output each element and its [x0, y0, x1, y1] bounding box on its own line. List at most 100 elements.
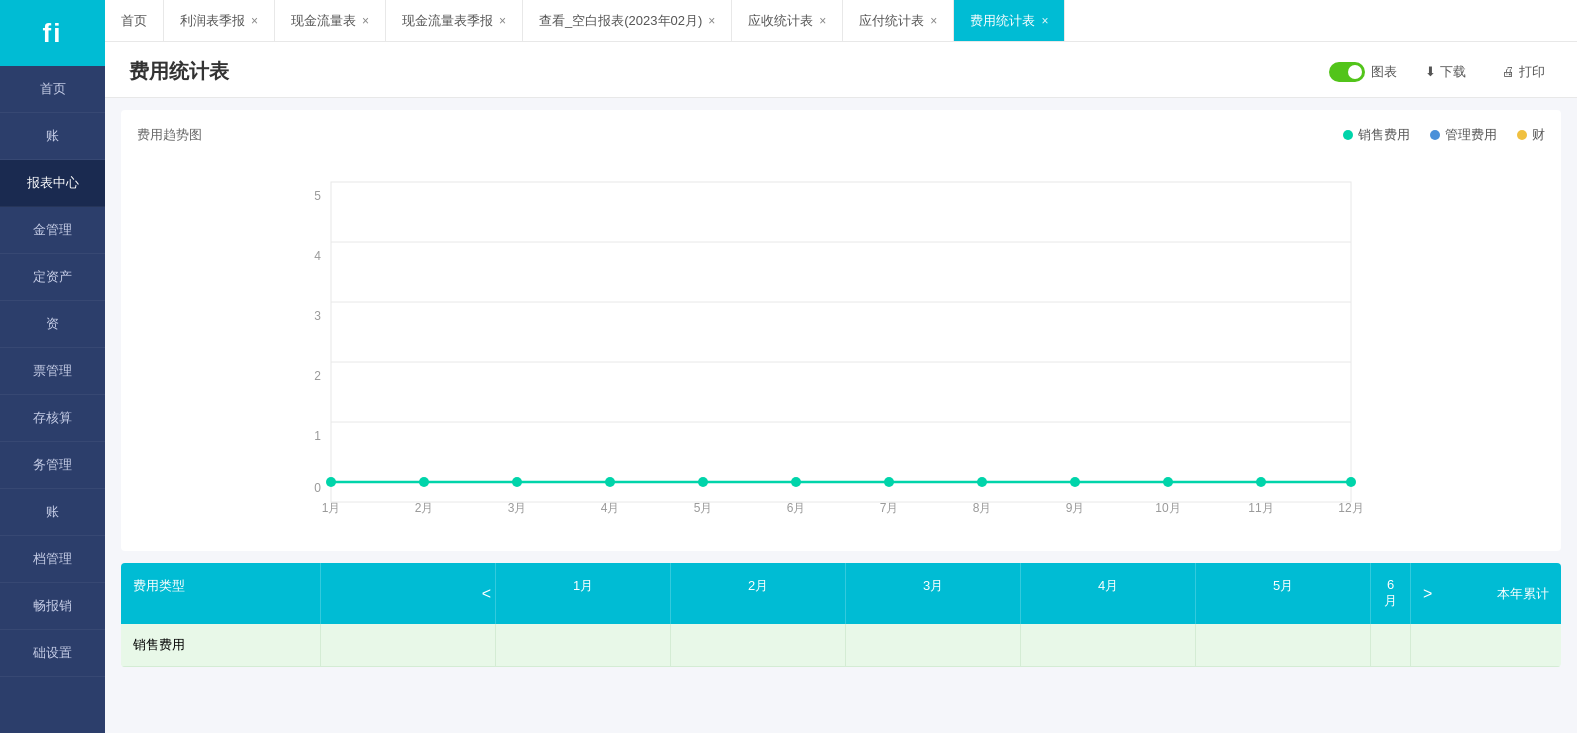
tab-cash-flow[interactable]: 现金流量表 ×: [275, 0, 386, 42]
sidebar-item-ledger[interactable]: 账: [0, 489, 105, 536]
svg-text:7月: 7月: [880, 501, 899, 515]
th-month-4: 4月: [1021, 563, 1196, 624]
chart-svg: 5 4 3 2 1 0: [137, 152, 1545, 532]
legend-dot-admin: [1430, 130, 1440, 140]
th-nav-prev[interactable]: <: [321, 563, 496, 624]
chart-toggle[interactable]: [1329, 62, 1365, 82]
chart-point-10: [1163, 477, 1173, 487]
td-m3: [846, 624, 1021, 666]
th-type: 费用类型: [121, 563, 321, 624]
sidebar: fi 首页 账 报表中心 金管理 定资产 资 票管理 存核算 务管理 账 档管理…: [0, 0, 105, 733]
page-title: 费用统计表: [129, 58, 229, 85]
chart-point-11: [1256, 477, 1266, 487]
legend-label-finance: 财: [1532, 126, 1545, 144]
main-content: 首页 利润表季报 × 现金流量表 × 现金流量表季报 × 查看_空白报表(202…: [105, 0, 1577, 733]
tab-payable[interactable]: 应付统计表 ×: [843, 0, 954, 42]
legend-label-admin: 管理费用: [1445, 126, 1497, 144]
print-icon: 🖨: [1502, 64, 1515, 79]
sidebar-item-ticket-management[interactable]: 票管理: [0, 348, 105, 395]
prev-icon[interactable]: <: [482, 585, 491, 603]
chart-point-1: [326, 477, 336, 487]
svg-rect-6: [331, 182, 1351, 502]
svg-text:8月: 8月: [973, 501, 992, 515]
page-header: 费用统计表 图表 ⬇ 下载 🖨 打印: [105, 42, 1577, 98]
header-actions: 图表 ⬇ 下载 🖨 打印: [1329, 59, 1553, 85]
svg-text:4: 4: [314, 249, 321, 263]
chart-point-6: [791, 477, 801, 487]
close-receivable[interactable]: ×: [819, 14, 826, 28]
tab-profit-report[interactable]: 利润表季报 ×: [164, 0, 275, 42]
svg-text:2月: 2月: [415, 501, 434, 515]
th-month-6: 6月: [1371, 563, 1411, 624]
chart-point-4: [605, 477, 615, 487]
svg-text:5: 5: [314, 189, 321, 203]
svg-text:11月: 11月: [1248, 501, 1273, 515]
sidebar-item-inventory[interactable]: 存核算: [0, 395, 105, 442]
table-header: 费用类型 < 1月 2月 3月 4月 5月 6月 > 本年累计: [121, 563, 1561, 624]
th-month-5: 5月: [1196, 563, 1371, 624]
th-year-total: > 本年累计: [1411, 563, 1561, 624]
sidebar-item-service-management[interactable]: 务管理: [0, 442, 105, 489]
svg-text:12月: 12月: [1338, 501, 1363, 515]
tab-blank-report[interactable]: 查看_空白报表(2023年02月) ×: [523, 0, 732, 42]
download-button[interactable]: ⬇ 下载: [1417, 59, 1474, 85]
th-month-3: 3月: [846, 563, 1021, 624]
td-m5: [1196, 624, 1371, 666]
legend-sales: 销售费用: [1343, 126, 1410, 144]
next-icon[interactable]: >: [1423, 585, 1432, 603]
svg-text:10月: 10月: [1155, 501, 1180, 515]
svg-text:2: 2: [314, 369, 321, 383]
table-row: 销售费用: [121, 624, 1561, 667]
close-profit-report[interactable]: ×: [251, 14, 258, 28]
table-body: 销售费用: [121, 624, 1561, 667]
sidebar-item-fund-management[interactable]: 金管理: [0, 207, 105, 254]
chart-point-8: [977, 477, 987, 487]
legend-finance: 财: [1517, 126, 1545, 144]
tab-home[interactable]: 首页: [105, 0, 164, 42]
th-month-2: 2月: [671, 563, 846, 624]
sidebar-item-home[interactable]: 首页: [0, 66, 105, 113]
page-content: 费用统计表 图表 ⬇ 下载 🖨 打印 费用趋势图: [105, 42, 1577, 733]
tab-receivable[interactable]: 应收统计表 ×: [732, 0, 843, 42]
svg-text:1月: 1月: [322, 501, 341, 515]
table-section: 费用类型 < 1月 2月 3月 4月 5月 6月 > 本年累计 销售费用: [121, 563, 1561, 667]
sidebar-item-write-off[interactable]: 畅报销: [0, 583, 105, 630]
svg-text:0: 0: [314, 481, 321, 495]
chart-point-5: [698, 477, 708, 487]
td-m1: [496, 624, 671, 666]
close-expense[interactable]: ×: [1041, 14, 1048, 28]
svg-text:5月: 5月: [694, 501, 713, 515]
chart-title: 费用趋势图: [137, 126, 1545, 144]
chart-toggle-label: 图表: [1371, 63, 1397, 81]
chart-point-7: [884, 477, 894, 487]
sidebar-item-account[interactable]: 账: [0, 113, 105, 160]
sidebar-item-fixed-assets[interactable]: 定资产: [0, 254, 105, 301]
close-blank-report[interactable]: ×: [708, 14, 715, 28]
td-m4: [1021, 624, 1196, 666]
sidebar-item-archive-management[interactable]: 档管理: [0, 536, 105, 583]
sidebar-item-report-center[interactable]: 报表中心: [0, 160, 105, 207]
legend-label-sales: 销售费用: [1358, 126, 1410, 144]
tab-expense[interactable]: 费用统计表 ×: [954, 0, 1065, 42]
chart-point-12: [1346, 477, 1356, 487]
td-m2: [671, 624, 846, 666]
chart-section: 费用趋势图 销售费用 管理费用 财: [121, 110, 1561, 551]
td-type: 销售费用: [121, 624, 321, 666]
legend-dot-sales: [1343, 130, 1353, 140]
svg-text:6月: 6月: [787, 501, 806, 515]
tab-cash-flow-quarterly[interactable]: 现金流量表季报 ×: [386, 0, 523, 42]
close-payable[interactable]: ×: [930, 14, 937, 28]
sidebar-item-settings[interactable]: 础设置: [0, 630, 105, 677]
tab-bar: 首页 利润表季报 × 现金流量表 × 现金流量表季报 × 查看_空白报表(202…: [105, 0, 1577, 42]
close-cash-flow[interactable]: ×: [362, 14, 369, 28]
svg-text:1: 1: [314, 429, 321, 443]
legend-dot-finance: [1517, 130, 1527, 140]
download-icon: ⬇: [1425, 64, 1436, 79]
svg-text:4月: 4月: [601, 501, 620, 515]
chart-svg-container: 5 4 3 2 1 0: [137, 152, 1545, 535]
svg-text:9月: 9月: [1066, 501, 1085, 515]
print-button[interactable]: 🖨 打印: [1494, 59, 1553, 85]
close-cash-flow-quarterly[interactable]: ×: [499, 14, 506, 28]
th-month-1: 1月: [496, 563, 671, 624]
sidebar-item-capital[interactable]: 资: [0, 301, 105, 348]
